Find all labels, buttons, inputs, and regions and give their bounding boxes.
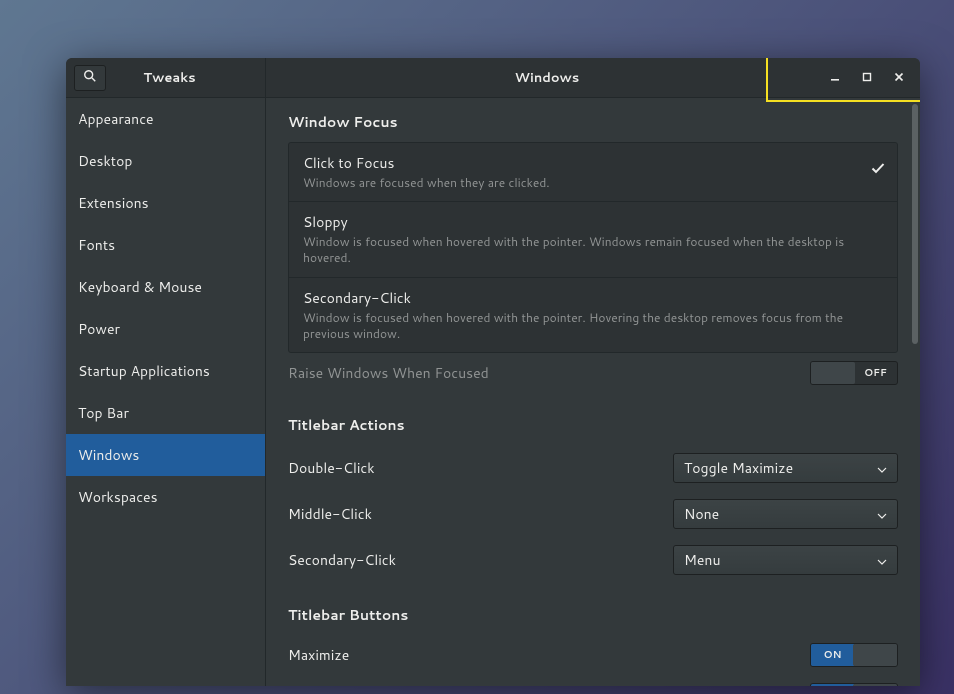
sidebar-item-desktop[interactable]: Desktop: [66, 140, 265, 182]
sidebar-item-startup-applications[interactable]: Startup Applications: [66, 350, 265, 392]
dropdown-value: Menu: [684, 550, 877, 570]
close-icon: [893, 66, 905, 89]
middle-click-label: Middle-Click: [288, 504, 372, 524]
raise-when-focused-row: Raise Windows When Focused OFF: [288, 353, 898, 393]
raise-switch[interactable]: OFF: [810, 361, 898, 385]
maximize-row: Maximize ON: [288, 635, 898, 675]
minimize-button[interactable]: [828, 71, 842, 85]
sidebar-item-label: Windows: [78, 445, 139, 465]
sidebar-item-label: Appearance: [78, 109, 154, 129]
sidebar-item-windows[interactable]: Windows: [66, 434, 265, 476]
dropdown-value: Toggle Maximize: [684, 458, 877, 478]
sidebar-item-extensions[interactable]: Extensions: [66, 182, 265, 224]
minimize-label: Minimize: [288, 685, 346, 686]
sidebar-item-top-bar[interactable]: Top Bar: [66, 392, 265, 434]
focus-option-secondary-click[interactable]: Secondary-Click Window is focused when h…: [289, 278, 897, 352]
body: Appearance Desktop Extensions Fonts Keyb…: [66, 98, 920, 686]
focus-option-title: Sloppy: [303, 212, 883, 232]
maximize-button[interactable]: [860, 71, 874, 85]
switch-knob: [853, 684, 897, 686]
page-title: Windows: [266, 69, 828, 87]
switch-knob: [853, 644, 897, 666]
sidebar-item-label: Workspaces: [78, 487, 158, 507]
double-click-dropdown[interactable]: Toggle Maximize: [673, 453, 898, 483]
sidebar-item-label: Extensions: [78, 193, 149, 213]
sidebar-item-label: Startup Applications: [78, 361, 210, 381]
minimize-row: Minimize ON: [288, 675, 898, 686]
sidebar: Appearance Desktop Extensions Fonts Keyb…: [66, 98, 266, 686]
focus-option-title: Click to Focus: [303, 153, 883, 173]
maximize-switch[interactable]: ON: [810, 643, 898, 667]
chevron-down-icon: [877, 550, 887, 570]
focus-option-click[interactable]: Click to Focus Windows are focused when …: [289, 143, 897, 202]
middle-click-dropdown[interactable]: None: [673, 499, 898, 529]
titlebar-right: Windows: [266, 58, 920, 98]
focus-mode-list: Click to Focus Windows are focused when …: [288, 142, 898, 353]
window-controls: [828, 71, 920, 85]
dropdown-value: None: [684, 504, 877, 524]
focus-option-title: Secondary-Click: [303, 288, 883, 308]
section-titlebar-buttons-title: Titlebar Buttons: [288, 605, 898, 625]
titlebar-left: Tweaks: [66, 58, 266, 98]
switch-on-label: ON: [811, 644, 854, 666]
maximize-label: Maximize: [288, 645, 349, 665]
close-button[interactable]: [892, 71, 906, 85]
secondary-click-row: Secondary-Click Menu: [288, 537, 898, 583]
raise-label: Raise Windows When Focused: [288, 363, 489, 383]
sidebar-item-label: Desktop: [78, 151, 132, 171]
sidebar-item-label: Power: [78, 319, 120, 339]
secondary-click-dropdown[interactable]: Menu: [673, 545, 898, 575]
sidebar-item-keyboard-mouse[interactable]: Keyboard & Mouse: [66, 266, 265, 308]
chevron-down-icon: [877, 458, 887, 478]
sidebar-item-fonts[interactable]: Fonts: [66, 224, 265, 266]
focus-option-desc: Window is focused when hovered with the …: [303, 310, 883, 342]
scrollbar[interactable]: [912, 98, 918, 686]
switch-knob: [811, 362, 855, 384]
middle-click-row: Middle-Click None: [288, 491, 898, 537]
switch-on-label: ON: [811, 684, 854, 686]
sidebar-item-label: Fonts: [78, 235, 115, 255]
focus-option-desc: Windows are focused when they are clicke…: [303, 175, 883, 191]
switch-off-label: OFF: [854, 362, 897, 384]
minimize-switch[interactable]: ON: [810, 683, 898, 686]
section-titlebar-actions-title: Titlebar Actions: [288, 415, 898, 435]
titlebar: Tweaks Windows: [66, 58, 920, 98]
scrollbar-thumb[interactable]: [912, 104, 918, 344]
tweaks-window: Tweaks Windows Appearance Desktop Extens…: [66, 58, 920, 686]
search-button[interactable]: [74, 65, 106, 91]
secondary-click-label: Secondary-Click: [288, 550, 396, 570]
maximize-icon: [861, 66, 873, 89]
chevron-down-icon: [877, 504, 887, 524]
double-click-label: Double-Click: [288, 458, 375, 478]
focus-option-desc: Window is focused when hovered with the …: [303, 234, 883, 266]
sidebar-item-power[interactable]: Power: [66, 308, 265, 350]
sidebar-item-label: Top Bar: [78, 403, 129, 423]
app-title: Tweaks: [106, 69, 265, 87]
focus-option-sloppy[interactable]: Sloppy Window is focused when hovered wi…: [289, 202, 897, 277]
sidebar-item-appearance[interactable]: Appearance: [66, 98, 265, 140]
sidebar-item-label: Keyboard & Mouse: [78, 277, 202, 297]
double-click-row: Double-Click Toggle Maximize: [288, 445, 898, 491]
check-icon: [871, 157, 885, 180]
sidebar-item-workspaces[interactable]: Workspaces: [66, 476, 265, 518]
content: Window Focus Click to Focus Windows are …: [266, 98, 920, 686]
section-window-focus-title: Window Focus: [288, 112, 898, 132]
minimize-icon: [829, 66, 841, 89]
search-icon: [83, 66, 97, 89]
